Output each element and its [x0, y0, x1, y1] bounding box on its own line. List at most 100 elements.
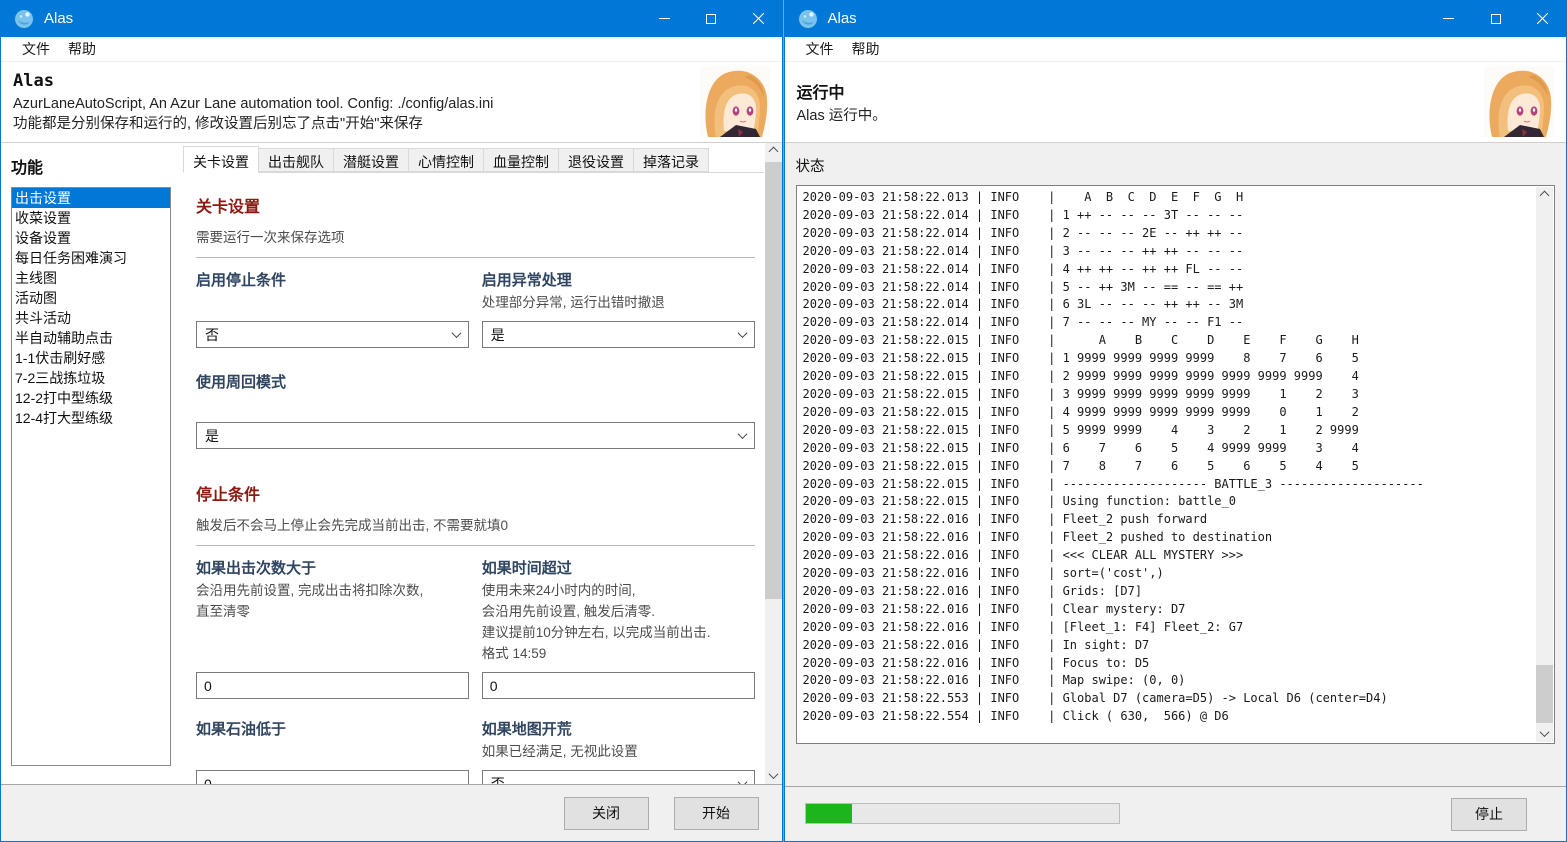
run-status-line: Alas 运行中。 — [796, 107, 887, 124]
scroll-down-arrow-icon[interactable] — [765, 767, 782, 784]
sidebar: 功能 出击设置 收菜设置 设备设置 每日任务困难演习 主线图 活动图 共斗活动 半自动辅助点击… — [1, 143, 179, 784]
titlebar[interactable]: Alas — [1, 0, 782, 37]
app-subtitle: AzurLaneAutoScript, An Azur Lane automat… — [13, 95, 494, 112]
menu-help[interactable]: 帮助 — [59, 37, 105, 62]
log-line: 2020-09-03 21:58:22.554 | INFO | Click (… — [802, 709, 1229, 724]
if-count-input[interactable] — [196, 672, 469, 699]
log-line: 2020-09-03 21:58:22.014 | INFO | 3 -- --… — [802, 243, 1244, 258]
scrollbar-vertical[interactable] — [1536, 187, 1553, 742]
label-loop-mode: 使用周回模式 — [196, 374, 287, 391]
scrollbar-thumb[interactable] — [1536, 665, 1553, 723]
sidebar-item[interactable]: 共斗活动 — [12, 308, 170, 328]
log-line: 2020-09-03 21:58:22.014 | INFO | 6 3L --… — [802, 297, 1244, 312]
scroll-up-arrow-icon[interactable] — [1536, 187, 1553, 204]
log-line: 2020-09-03 21:58:22.016 | INFO | <<< CLE… — [802, 548, 1244, 563]
alas-logo-icon — [14, 9, 34, 29]
log-line: 2020-09-03 21:58:22.015 | INFO | 7 8 7 6… — [802, 458, 1359, 473]
if-time-input[interactable] — [481, 672, 755, 699]
app-hint: 功能都是分别保存和运行的, 修改设置后别忘了点击"开始"来保存 — [13, 115, 423, 132]
tab-item[interactable]: 心情控制 — [409, 148, 484, 172]
label-if-time: 如果时间超过 — [481, 560, 572, 577]
avatar — [699, 67, 770, 137]
tab-item[interactable]: 退役设置 — [559, 148, 634, 172]
if-map-select[interactable]: 否 — [481, 770, 755, 784]
sidebar-item[interactable]: 12-2打中型练级 — [12, 388, 170, 408]
progress-bar-fill — [805, 803, 853, 823]
menubar: 文件 帮助 — [1, 37, 782, 62]
sidebar-item[interactable]: 活动图 — [12, 288, 170, 308]
log-line: 2020-09-03 21:58:22.016 | INFO | sort=('… — [802, 566, 1164, 581]
scrollbar-vertical[interactable] — [764, 143, 782, 784]
log-line: 2020-09-03 21:58:22.014 | INFO | 2 -- --… — [802, 225, 1244, 240]
scroll-down-arrow-icon[interactable] — [1536, 725, 1553, 742]
function-list[interactable]: 出击设置 收菜设置 设备设置 每日任务困难演习 主线图 活动图 共斗活动 半自动辅助点击 1-1… — [11, 187, 171, 766]
log-box[interactable]: 2020-09-03 21:58:22.013 | INFO | A B C D… — [795, 185, 1555, 744]
menu-file[interactable]: 文件 — [13, 37, 59, 62]
scrollbar-thumb[interactable] — [764, 162, 782, 600]
label-if-map: 如果地图开荒 — [481, 721, 572, 738]
settings-footer: 关闭 开始 — [1, 784, 782, 841]
label-if-oil: 如果石油低于 — [196, 721, 287, 738]
log-line: 2020-09-03 21:58:22.016 | INFO | Map swi… — [802, 673, 1186, 688]
log-line: 2020-09-03 21:58:22.013 | INFO | A B C D… — [802, 190, 1244, 204]
tab-active[interactable]: 关卡设置 — [183, 146, 259, 173]
tab-strip: 关卡设置 出击舰队 潜艇设置 心情控制 血量控制 退役设置 掉落记录 — [183, 146, 764, 173]
sidebar-item[interactable]: 每日任务困难演习 — [12, 248, 170, 268]
log-line: 2020-09-03 21:58:22.016 | INFO | Fleet_2… — [802, 512, 1208, 527]
tab-item[interactable]: 掉落记录 — [634, 148, 709, 172]
if-oil-input[interactable] — [196, 770, 469, 784]
log-line: 2020-09-03 21:58:22.015 | INFO | -------… — [802, 476, 1424, 491]
sidebar-item[interactable]: 半自动辅助点击 — [12, 328, 170, 348]
log-line: 2020-09-03 21:58:22.014 | INFO | 7 -- --… — [802, 315, 1244, 330]
log-line: 2020-09-03 21:58:22.016 | INFO | Fleet_2… — [802, 530, 1273, 545]
stop-button[interactable]: 停止 — [1451, 797, 1527, 831]
minimize-button[interactable] — [641, 0, 688, 37]
label-if-count: 如果出击次数大于 — [196, 560, 317, 577]
status-label: 状态 — [795, 159, 825, 175]
sidebar-item[interactable]: 设备设置 — [12, 228, 170, 248]
window-title: Alas — [44, 10, 74, 27]
tab-item[interactable]: 潜艇设置 — [334, 148, 409, 172]
sidebar-item[interactable]: 7-2三战拣垃圾 — [12, 368, 170, 388]
log-line: 2020-09-03 21:58:22.014 | INFO | 1 ++ --… — [802, 207, 1244, 222]
enable-exception-select[interactable]: 是 — [481, 321, 755, 348]
log-output: 2020-09-03 21:58:22.013 | INFO | A B C D… — [803, 189, 1537, 743]
enable-stop-select[interactable]: 否 — [196, 321, 469, 348]
start-button[interactable]: 开始 — [673, 796, 759, 830]
close-button[interactable] — [735, 0, 782, 37]
loop-mode-select[interactable]: 是 — [196, 422, 755, 449]
close-button[interactable] — [1519, 0, 1566, 37]
settings-panel: 关卡设置 需要运行一次来保存选项 启用停止条件 启用异常处理 处理部分异常, 运… — [183, 193, 764, 784]
scrollbar-track[interactable] — [1536, 204, 1553, 725]
scroll-up-arrow-icon[interactable] — [765, 143, 782, 160]
sidebar-item[interactable]: 1-1伏击刷好感 — [12, 348, 170, 368]
app-title: Alas — [13, 70, 54, 91]
section-desc-stop: 触发后不会马上停止会先完成当前出击, 不需要就填0 — [196, 518, 509, 533]
sidebar-heading: 功能 — [11, 160, 44, 177]
minimize-button[interactable] — [1425, 0, 1472, 37]
scrollbar-track[interactable] — [764, 160, 782, 767]
tab-item[interactable]: 出击舰队 — [259, 148, 334, 172]
log-line: 2020-09-03 21:58:22.015 | INFO | 1 9999 … — [802, 351, 1359, 366]
tab-item[interactable]: 血量控制 — [484, 148, 559, 172]
sidebar-item[interactable]: 出击设置 — [12, 188, 170, 208]
log-line: 2020-09-03 21:58:22.014 | INFO | 4 ++ ++… — [802, 261, 1244, 276]
titlebar[interactable]: Alas — [784, 0, 1566, 37]
menu-help[interactable]: 帮助 — [843, 37, 889, 62]
menu-file[interactable]: 文件 — [797, 37, 843, 62]
maximize-button[interactable] — [1472, 0, 1519, 37]
log-line: 2020-09-03 21:58:22.015 | INFO | 4 9999 … — [802, 404, 1359, 419]
close-settings-button[interactable]: 关闭 — [563, 796, 649, 830]
settings-main: 关卡设置 出击舰队 潜艇设置 心情控制 血量控制 退役设置 掉落记录 关卡设置 需要运行一次… — [179, 143, 782, 784]
sidebar-item[interactable]: 主线图 — [12, 268, 170, 288]
sidebar-item[interactable]: 收菜设置 — [12, 208, 170, 228]
maximize-button[interactable] — [688, 0, 735, 37]
log-line: 2020-09-03 21:58:22.015 | INFO | 2 9999 … — [802, 369, 1359, 384]
desc-enable-exception: 处理部分异常, 运行出错时撤退 — [481, 295, 665, 310]
log-line: 2020-09-03 21:58:22.014 | INFO | 5 -- ++… — [802, 279, 1244, 294]
log-line: 2020-09-03 21:58:22.016 | INFO | Focus t… — [802, 655, 1150, 670]
window-title: Alas — [827, 10, 857, 27]
log-line: 2020-09-03 21:58:22.015 | INFO | 3 9999 … — [802, 386, 1359, 401]
sidebar-item[interactable]: 12-4打大型练级 — [12, 408, 170, 428]
desc-if-time: 使用未来24小时内的时间, 会沿用先前设置, 触发后清零. 建议提前10分钟左右… — [481, 583, 711, 661]
